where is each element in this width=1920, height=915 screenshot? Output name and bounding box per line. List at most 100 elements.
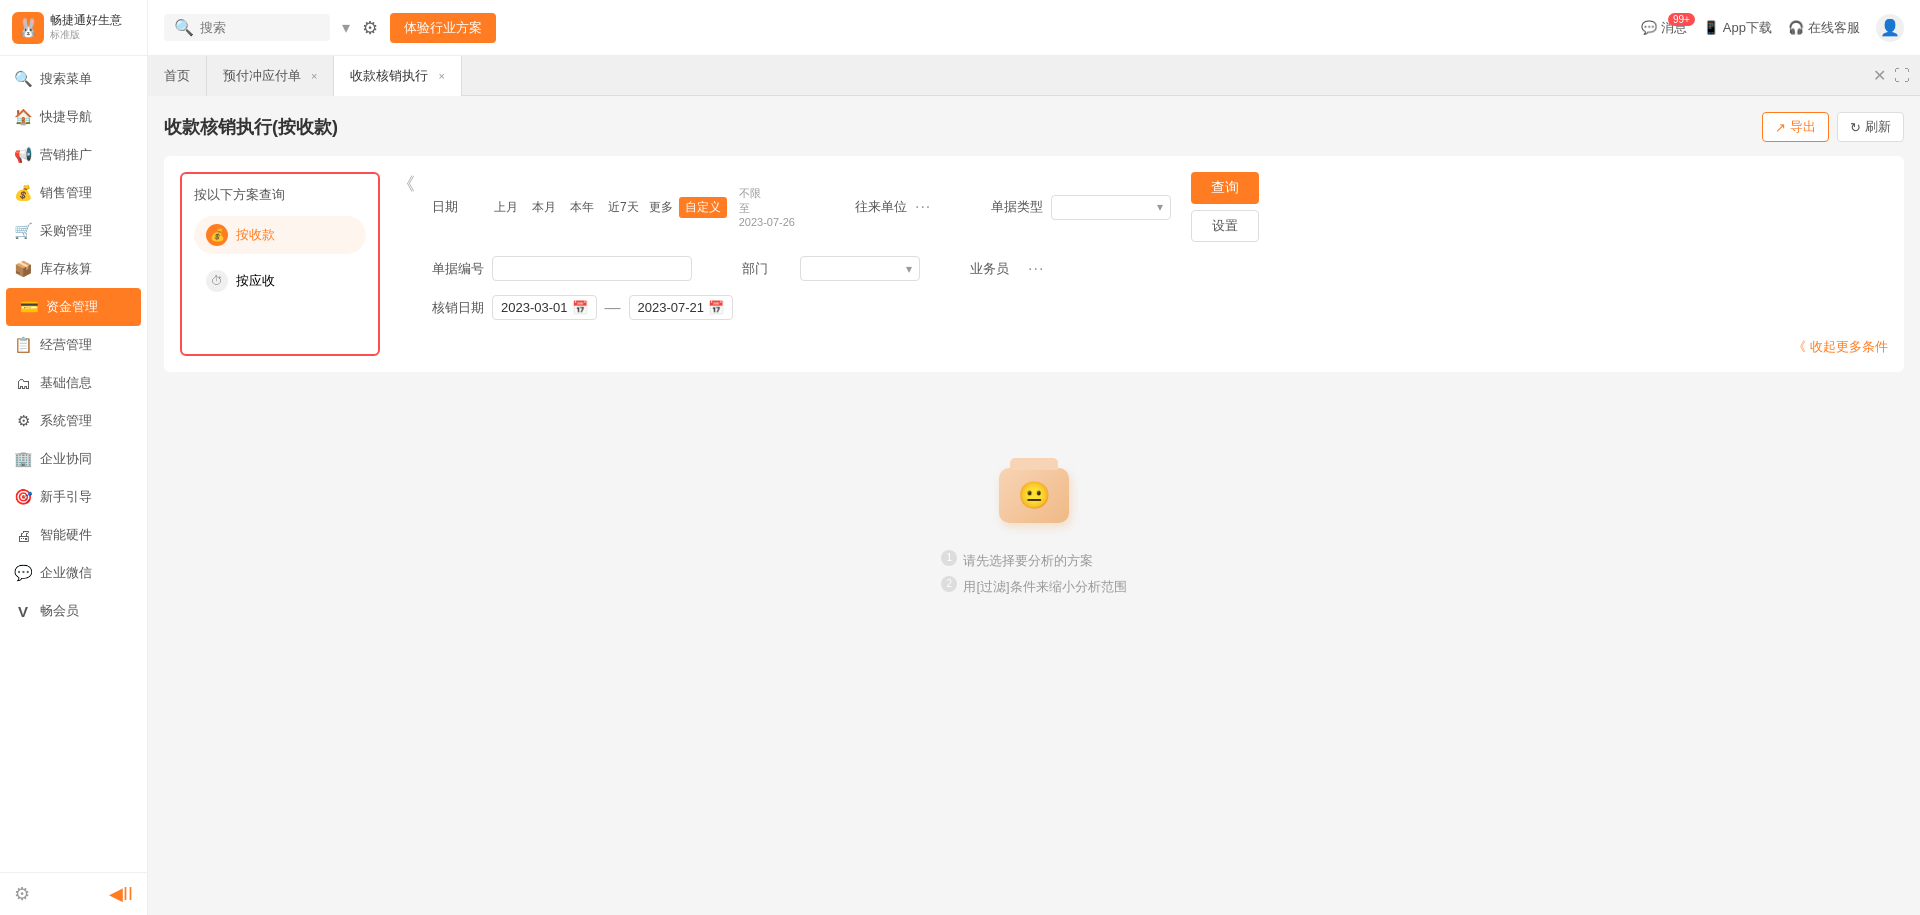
topbar-right: 💬 消息 99+ 📱 App下载 🎧 在线客服 👤 xyxy=(1641,14,1904,42)
phone-icon: 📱 xyxy=(1703,20,1719,35)
shortcut-more[interactable]: 更多 xyxy=(649,199,673,216)
sidebar-item-member[interactable]: V 畅会员 xyxy=(0,592,147,630)
settings-button[interactable]: 设置 xyxy=(1191,210,1259,242)
sidebar-item-inventory[interactable]: 📦 库存核算 xyxy=(0,250,147,288)
sidebar-item-quicknav[interactable]: 🏠 快捷导航 xyxy=(0,98,147,136)
filter-verify-date-field: 核销日期 2023-03-01 📅 — 2023-07-21 📅 xyxy=(432,295,733,320)
shortcut-7days[interactable]: 近7天 xyxy=(604,197,643,218)
topbar-search-wrap[interactable]: 🔍 xyxy=(164,14,330,41)
maximize-icon[interactable]: ⛶ xyxy=(1894,67,1910,85)
query-button[interactable]: 查询 xyxy=(1191,172,1259,204)
collapse-more-label: 收起更多条件 xyxy=(1810,338,1888,356)
shortcut-this-month[interactable]: 本月 xyxy=(528,197,560,218)
sidebar-item-label: 资金管理 xyxy=(46,298,98,316)
search-menu-icon: 🔍 xyxy=(14,70,32,88)
sidebar-item-guide[interactable]: 🎯 新手引导 xyxy=(0,478,147,516)
tab-prepay[interactable]: 预付冲应付单 × xyxy=(207,56,334,96)
close-tab-prepay-icon[interactable]: × xyxy=(311,70,317,82)
online-service-label: 在线客服 xyxy=(1808,19,1860,37)
industry-btn[interactable]: 体验行业方案 xyxy=(390,13,496,43)
staff-more-icon[interactable]: ··· xyxy=(1028,260,1044,278)
gear-icon[interactable]: ⚙ xyxy=(362,17,378,39)
calendar-start-icon[interactable]: 📅 xyxy=(572,300,588,315)
filter-date-field: 日期 上月 本月 本年 近7天 更多 自定义 不限 至 2023-07 xyxy=(432,186,795,228)
partner-label: 往来单位 xyxy=(855,198,907,216)
dept-select-wrap[interactable] xyxy=(800,256,920,281)
sidebar-item-system[interactable]: ⚙ 系统管理 xyxy=(0,402,147,440)
dept-label: 部门 xyxy=(742,260,792,278)
collapse-left-panel-btn[interactable]: 《 xyxy=(396,174,416,194)
operations-icon: 📋 xyxy=(14,336,32,354)
collapse-more-btn[interactable]: 《 收起更多条件 xyxy=(432,334,1888,356)
filter-option-by-receipt[interactable]: 💰 按收款 xyxy=(194,216,366,254)
sidebar-item-purchase[interactable]: 🛒 采购管理 xyxy=(0,212,147,250)
dept-select[interactable] xyxy=(800,256,920,281)
calendar-end-icon[interactable]: 📅 xyxy=(708,300,724,315)
doctype-select-wrap[interactable] xyxy=(1051,195,1171,220)
docno-input[interactable] xyxy=(492,256,692,281)
verify-date-start-wrap[interactable]: 2023-03-01 📅 xyxy=(492,295,597,320)
main-area: 🔍 ▾ ⚙ 体验行业方案 💬 消息 99+ 📱 App下载 🎧 在线客服 👤 xyxy=(148,0,1920,915)
sidebar-item-label: 快捷导航 xyxy=(40,108,92,126)
docno-label: 单据编号 xyxy=(432,260,484,278)
tab-receipt-label: 收款核销执行 xyxy=(350,67,428,85)
finance-icon: 💳 xyxy=(20,298,38,316)
sidebar-item-wechat[interactable]: 💬 企业微信 xyxy=(0,554,147,592)
shortcut-custom[interactable]: 自定义 xyxy=(679,197,727,218)
inventory-icon: 📦 xyxy=(14,260,32,278)
filter-partner-field: 往来单位 ··· xyxy=(855,198,931,216)
sidebar-item-label: 营销推广 xyxy=(40,146,92,164)
settings-icon[interactable]: ⚙ xyxy=(14,883,30,905)
tab-prepay-label: 预付冲应付单 xyxy=(223,67,301,85)
filter-option-by-receivable[interactable]: ⏱ 按应收 xyxy=(194,262,366,300)
filter-dept-field: 部门 xyxy=(742,256,920,281)
close-all-tabs-icon[interactable]: ✕ xyxy=(1873,66,1886,85)
close-tab-receipt-icon[interactable]: × xyxy=(438,70,444,82)
sidebar-item-collab[interactable]: 🏢 企业协同 xyxy=(0,440,147,478)
app-download-btn[interactable]: 📱 App下载 xyxy=(1703,19,1772,37)
sidebar-item-label: 企业微信 xyxy=(40,564,92,582)
app-logo: 🐰 畅捷通好生意 标准版 xyxy=(0,0,147,56)
date-label: 日期 xyxy=(432,198,482,216)
tab-home[interactable]: 首页 xyxy=(148,56,207,96)
collapse-sidebar-icon[interactable]: ◀II xyxy=(109,883,133,905)
export-button[interactable]: ↗ 导出 xyxy=(1762,112,1829,142)
shortcut-this-year[interactable]: 本年 xyxy=(566,197,598,218)
sidebar-item-search[interactable]: 🔍 搜索菜单 xyxy=(0,60,147,98)
doctype-select[interactable] xyxy=(1051,195,1171,220)
tab-receipt[interactable]: 收款核销执行 × xyxy=(334,56,461,96)
refresh-button[interactable]: ↻ 刷新 xyxy=(1837,112,1904,142)
content-area: 收款核销执行(按收款) ↗ 导出 ↻ 刷新 按以下方案查询 💰 按收款 xyxy=(148,96,1920,915)
sidebar-item-label: 企业协同 xyxy=(40,450,92,468)
sidebar-item-operations[interactable]: 📋 经营管理 xyxy=(0,326,147,364)
basic-icon: 🗂 xyxy=(14,375,32,392)
hardware-icon: 🖨 xyxy=(14,527,32,544)
filter-docno-field: 单据编号 xyxy=(432,256,692,281)
search-input[interactable] xyxy=(200,20,320,35)
sidebar-item-sales[interactable]: 💰 销售管理 xyxy=(0,174,147,212)
page-header: 收款核销执行(按收款) ↗ 导出 ↻ 刷新 xyxy=(164,112,1904,142)
sidebar-item-basic[interactable]: 🗂 基础信息 xyxy=(0,364,147,402)
sidebar-item-label: 库存核算 xyxy=(40,260,92,278)
shortcut-last-month[interactable]: 上月 xyxy=(490,197,522,218)
collapse-chevron-icon: 《 xyxy=(1793,338,1806,356)
user-avatar[interactable]: 👤 xyxy=(1876,14,1904,42)
empty-illustration: 😐 xyxy=(989,452,1079,532)
partner-more-icon[interactable]: ··· xyxy=(915,198,931,216)
message-btn[interactable]: 💬 消息 99+ xyxy=(1641,19,1687,37)
dropdown-icon[interactable]: ▾ xyxy=(342,18,350,37)
verify-date-label: 核销日期 xyxy=(432,299,484,317)
empty-state: 😐 1 请先选择要分析的方案 2 用[过滤]条件来缩小分析范围 xyxy=(164,372,1904,680)
sidebar-item-finance[interactable]: 💳 资金管理 xyxy=(6,288,141,326)
purchase-icon: 🛒 xyxy=(14,222,32,240)
sidebar-item-hardware[interactable]: 🖨 智能硬件 xyxy=(0,516,147,554)
filter-scheme-selector: 按以下方案查询 💰 按收款 ⏱ 按应收 xyxy=(180,172,380,356)
sidebar-item-marketing[interactable]: 📢 营销推广 xyxy=(0,136,147,174)
empty-tip-1: 1 请先选择要分析的方案 xyxy=(941,548,1126,574)
online-service-btn[interactable]: 🎧 在线客服 xyxy=(1788,19,1860,37)
verify-date-end-wrap[interactable]: 2023-07-21 📅 xyxy=(629,295,734,320)
sidebar-item-label: 销售管理 xyxy=(40,184,92,202)
refresh-icon: ↻ xyxy=(1850,120,1861,135)
box-face-icon: 😐 xyxy=(1018,480,1050,511)
sidebar-item-label: 智能硬件 xyxy=(40,526,92,544)
